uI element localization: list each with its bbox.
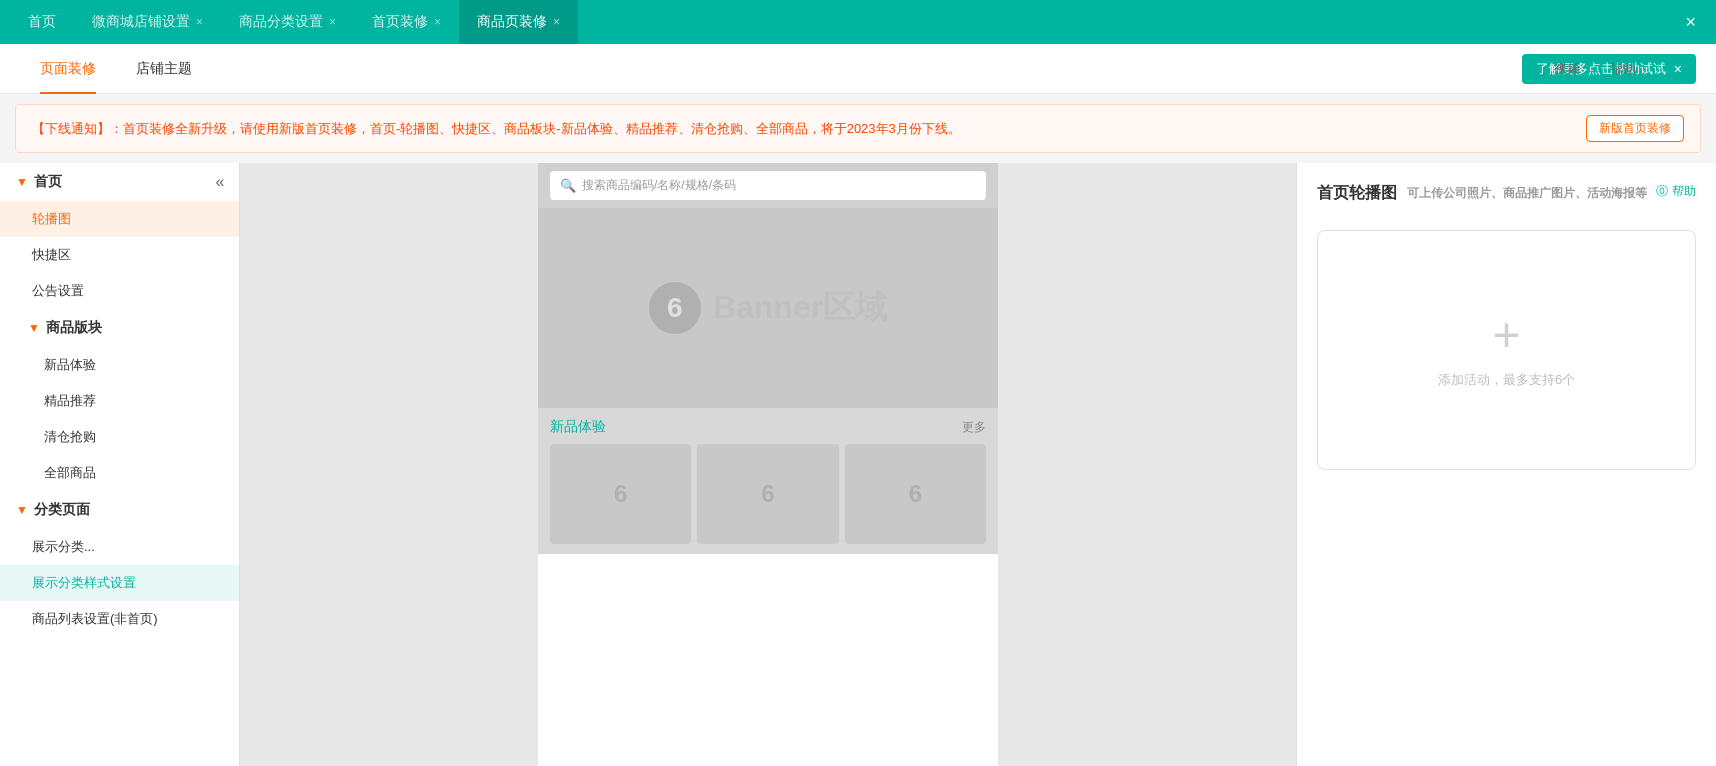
main-layout: « ▼ 首页 轮播图 快捷区 公告设置 ▼ 商品版块 新品体验 精品推荐 清仓抢…	[0, 163, 1716, 766]
right-panel-help-button[interactable]: ⓪ 帮助	[1656, 183, 1696, 200]
product-card-3[interactable]: 6	[845, 444, 986, 544]
right-panel-subtitle: 可上传公司照片、商品推广图片、活动海报等	[1407, 185, 1647, 202]
sub-tab-bar: 页面装修 店铺主题 了解更多点击帮助试试 × 视频 ● 帮助	[0, 44, 1716, 94]
tab-bar: 首页 微商城店铺设置 × 商品分类设置 × 首页装修 × 商品页装修 × ×	[0, 0, 1716, 44]
new-home-decor-button[interactable]: 新版首页装修	[1586, 115, 1684, 142]
tab-close-home-decor[interactable]: ×	[434, 15, 441, 29]
product-card-2[interactable]: 6	[697, 444, 838, 544]
sidebar-item-clearance[interactable]: 清仓抢购	[0, 419, 239, 455]
sidebar-item-notice[interactable]: 公告设置	[0, 273, 239, 309]
help-banner-close[interactable]: ×	[1674, 61, 1682, 77]
sidebar: « ▼ 首页 轮播图 快捷区 公告设置 ▼ 商品版块 新品体验 精品推荐 清仓抢…	[0, 163, 240, 766]
category-section-arrow: ▼	[16, 503, 28, 517]
product-section-title: 新品体验	[550, 418, 606, 436]
notice-text: 【下线通知】：首页装修全新升级，请使用新版首页装修，首页-轮播图、快捷区、商品板…	[32, 120, 1576, 138]
add-banner-text: 添加活动，最多支持6个	[1438, 371, 1575, 389]
sidebar-section-category[interactable]: ▼ 分类页面	[0, 491, 239, 529]
search-icon: 🔍	[560, 178, 576, 193]
sub-tab-page-decor[interactable]: 页面装修	[20, 44, 116, 94]
video-link[interactable]: 视频	[1554, 60, 1580, 78]
product-section: 新品体验 更多 6 6 6	[538, 408, 998, 554]
sidebar-item-banner[interactable]: 轮播图	[0, 201, 239, 237]
help-actions: 视频 ● 帮助	[1554, 60, 1636, 78]
right-panel-title: 首页轮播图 可上传公司照片、商品推广图片、活动海报等	[1317, 183, 1647, 204]
search-placeholder-text: 搜索商品编码/名称/规格/条码	[582, 177, 736, 194]
product-section-more[interactable]: 更多	[962, 419, 986, 436]
banner-logo-icon: 6	[649, 282, 701, 334]
tab-category-settings[interactable]: 商品分类设置 ×	[221, 0, 354, 44]
sidebar-item-new-exp[interactable]: 新品体验	[0, 347, 239, 383]
product-block-arrow: ▼	[28, 321, 40, 335]
tab-close-category[interactable]: ×	[329, 15, 336, 29]
sidebar-collapse-button[interactable]: «	[209, 171, 231, 193]
global-close-button[interactable]: ×	[1675, 12, 1706, 33]
right-panel-header: 首页轮播图 可上传公司照片、商品推广图片、活动海报等 ⓪ 帮助	[1317, 183, 1696, 210]
tab-store-settings[interactable]: 微商城店铺设置 ×	[74, 0, 221, 44]
sidebar-item-premium[interactable]: 精品推荐	[0, 383, 239, 419]
sidebar-section-home[interactable]: ▼ 首页	[0, 163, 239, 201]
dot-separator: ●	[1592, 63, 1598, 74]
tab-home-decor[interactable]: 首页装修 ×	[354, 0, 459, 44]
category-section-label: 分类页面	[34, 501, 90, 519]
sidebar-item-product-list[interactable]: 商品列表设置(非首页)	[0, 601, 239, 637]
preview-search-bar: 🔍 搜索商品编码/名称/规格/条码	[538, 163, 998, 208]
notice-bar: 【下线通知】：首页装修全新升级，请使用新版首页装修，首页-轮播图、快捷区、商品板…	[15, 104, 1701, 153]
banner-area[interactable]: 6 Banner区域	[538, 208, 998, 408]
sidebar-item-show-category[interactable]: 展示分类...	[0, 529, 239, 565]
center-preview: 🔍 搜索商品编码/名称/规格/条码 6 Banner区域	[240, 163, 1296, 766]
add-banner-area[interactable]: + 添加活动，最多支持6个	[1317, 230, 1696, 470]
product-section-header: 新品体验 更多	[550, 418, 986, 436]
tab-product-decor[interactable]: 商品页装修 ×	[459, 0, 578, 44]
product-card-1[interactable]: 6	[550, 444, 691, 544]
sidebar-item-all-goods[interactable]: 全部商品	[0, 455, 239, 491]
sub-tab-store-theme[interactable]: 店铺主题	[116, 44, 212, 94]
tab-close-store-settings[interactable]: ×	[196, 15, 203, 29]
home-section-arrow: ▼	[16, 175, 28, 189]
tab-home[interactable]: 首页	[10, 0, 74, 44]
add-banner-plus-icon: +	[1492, 311, 1520, 359]
help-link[interactable]: 帮助	[1610, 60, 1636, 78]
sidebar-subsection-product-block[interactable]: ▼ 商品版块	[0, 309, 239, 347]
tab-close-product-decor[interactable]: ×	[553, 15, 560, 29]
banner-logo: 6 Banner区域	[649, 282, 887, 334]
phone-preview: 🔍 搜索商品编码/名称/规格/条码 6 Banner区域	[538, 163, 998, 766]
product-block-label: 商品版块	[46, 319, 102, 337]
sidebar-item-shortcut[interactable]: 快捷区	[0, 237, 239, 273]
preview-search-input[interactable]: 🔍 搜索商品编码/名称/规格/条码	[550, 171, 986, 200]
right-panel: 首页轮播图 可上传公司照片、商品推广图片、活动海报等 ⓪ 帮助 + 添加活动，最…	[1296, 163, 1716, 766]
banner-label: Banner区域	[713, 286, 887, 330]
home-section-label: 首页	[34, 173, 62, 191]
product-grid: 6 6 6	[550, 444, 986, 544]
sidebar-item-show-style[interactable]: 展示分类样式设置	[0, 565, 239, 601]
